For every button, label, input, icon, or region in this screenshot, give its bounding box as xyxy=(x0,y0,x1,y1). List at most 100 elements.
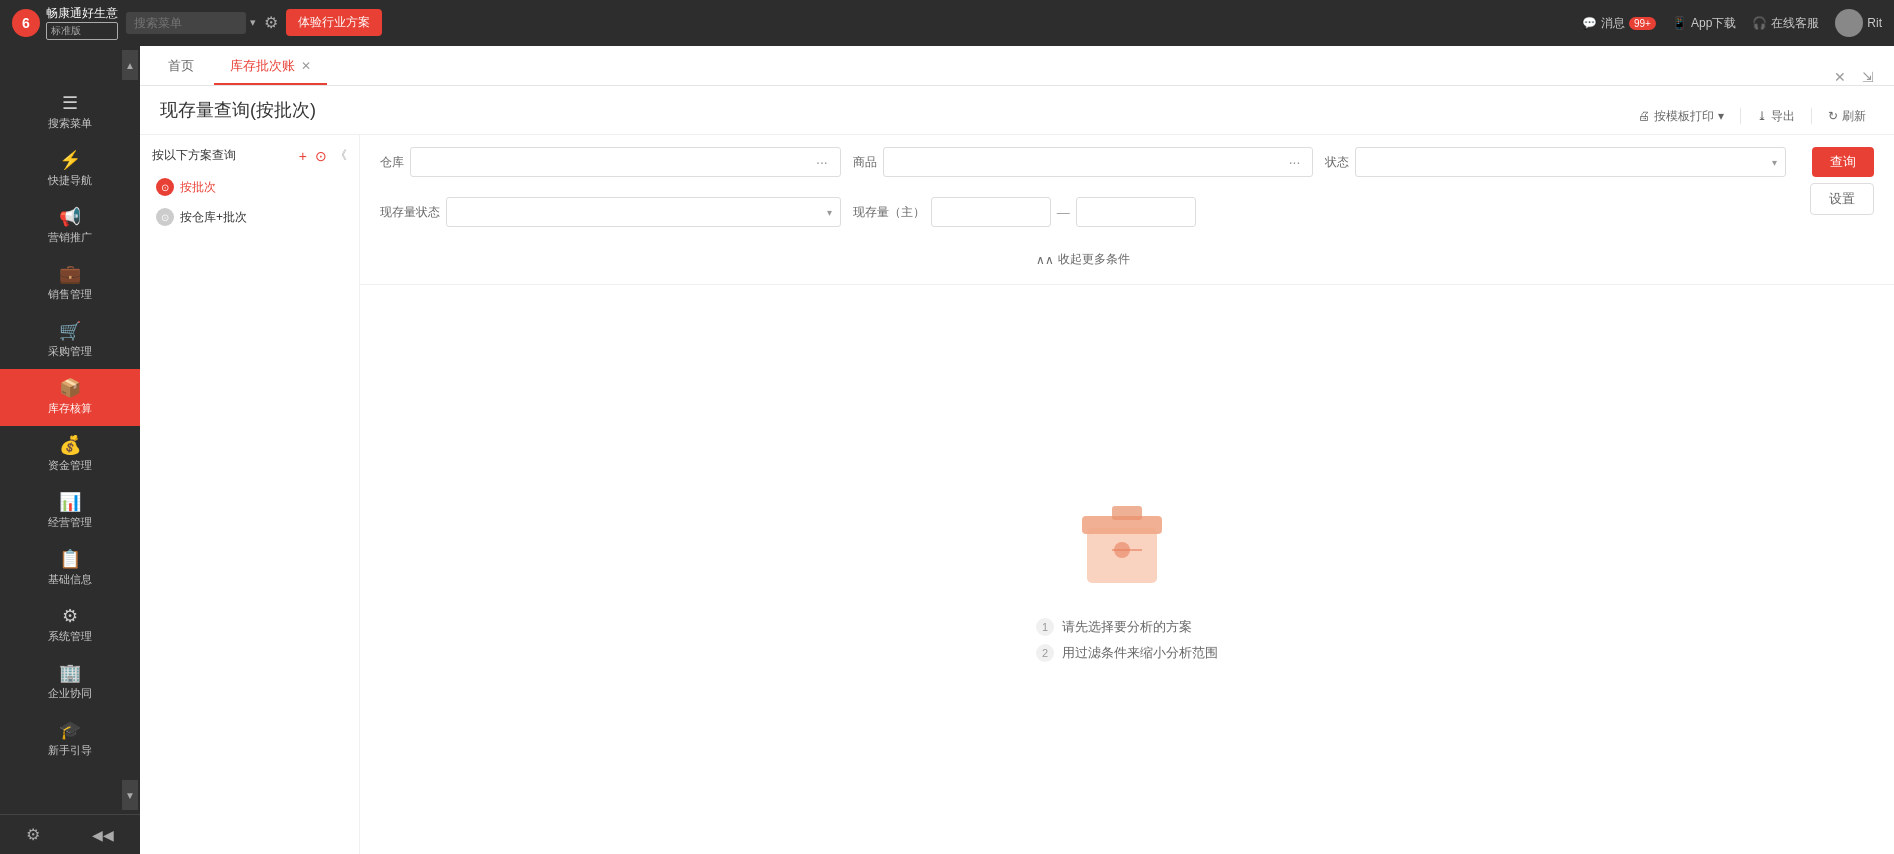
sidebar-item-label: 基础信息 xyxy=(48,572,92,587)
sidebar-item-operations[interactable]: 📊 经营管理 xyxy=(0,483,140,540)
divider xyxy=(1740,108,1741,124)
sidebar-settings-icon[interactable]: ⚙ xyxy=(26,825,40,844)
app-name: 畅康通好生意 xyxy=(46,6,118,20)
print-btn[interactable]: 🖨 按模板打印 ▾ xyxy=(1630,104,1732,129)
sidebar-collapse-icon[interactable]: ◀◀ xyxy=(92,827,114,843)
warehouse-label: 仓库 xyxy=(380,154,404,171)
experience-btn[interactable]: 体验行业方案 xyxy=(286,9,382,36)
message-icon: 💬 xyxy=(1582,16,1597,30)
goods-field: 商品 ··· xyxy=(853,147,1314,177)
scheme-by-warehouse-batch[interactable]: ⊙ 按仓库+批次 xyxy=(140,202,359,232)
sidebar-scroll-up[interactable]: ▲ xyxy=(122,50,138,80)
search-menu-icon: ☰ xyxy=(62,94,78,112)
filter-row-2: 现存量状态 ▾ 现存量（主） xyxy=(380,197,1786,227)
tab-home[interactable]: 首页 xyxy=(152,49,210,85)
panel-header: 按以下方案查询 + ⊙ 《 xyxy=(140,147,359,172)
hint-item-1: 1 请先选择要分析的方案 xyxy=(1036,618,1218,636)
inventory-qty-max[interactable] xyxy=(1076,197,1196,227)
collapse-btn[interactable]: ∧∧ 收起更多条件 xyxy=(1036,247,1130,272)
page-title: 现存量查询(按批次) xyxy=(160,98,316,134)
warehouse-more-btn[interactable]: ··· xyxy=(812,154,832,170)
sidebar-item-marketing[interactable]: 📢 营销推广 xyxy=(0,198,140,255)
sidebar-item-label: 资金管理 xyxy=(48,458,92,473)
filter-row-1: 仓库 ··· 商品 xyxy=(380,147,1786,177)
divider2 xyxy=(1811,108,1812,124)
warehouse-field: 仓库 ··· xyxy=(380,147,841,177)
panel-icons: + ⊙ 《 xyxy=(299,147,347,164)
page-header: 现存量查询(按批次) 🖨 按模板打印 ▾ ⤓ 导出 ↻ 刷 xyxy=(140,86,1894,135)
sidebar-item-quick-nav[interactable]: ⚡ 快捷导航 xyxy=(0,141,140,198)
sidebar-item-label: 企业协同 xyxy=(48,686,92,701)
sidebar-item-basics[interactable]: 📋 基础信息 xyxy=(0,540,140,597)
sidebar-item-sales[interactable]: 💼 销售管理 xyxy=(0,255,140,312)
close-panel-icon[interactable]: ✕ xyxy=(1826,69,1854,85)
scheme-label: 按批次 xyxy=(180,179,216,196)
expand-panel-icon[interactable]: ⇲ xyxy=(1854,69,1882,85)
scheme-by-batch[interactable]: ⊙ 按批次 xyxy=(140,172,359,202)
top-bar-left: 6 畅康通好生意 标准版 ▾ ⚙ 体验行业方案 xyxy=(12,6,382,39)
online-support-btn[interactable]: 🎧 在线客服 xyxy=(1752,15,1819,32)
query-btn[interactable]: 查询 xyxy=(1812,147,1874,177)
settings-btn[interactable]: 设置 xyxy=(1810,183,1874,215)
sidebar-item-purchase[interactable]: 🛒 采购管理 xyxy=(0,312,140,369)
sidebar-item-label: 营销推广 xyxy=(48,230,92,245)
tab-close-icon[interactable]: ✕ xyxy=(301,59,311,73)
refresh-label: 刷新 xyxy=(1842,108,1866,125)
collapse-row: ∧∧ 收起更多条件 xyxy=(380,247,1786,272)
top-bar-right: 💬 消息 99+ 📱 App下载 🎧 在线客服 Rit xyxy=(1582,9,1882,37)
inventory-qty-label: 现存量（主） xyxy=(853,204,925,221)
goods-input[interactable]: ··· xyxy=(883,147,1314,177)
sidebar-item-system[interactable]: ⚙ 系统管理 xyxy=(0,597,140,654)
filter-main-row: 仓库 ··· 商品 xyxy=(380,147,1874,272)
inventory-status-label: 现存量状态 xyxy=(380,204,440,221)
sidebar-item-inventory[interactable]: 📦 库存核算 xyxy=(0,369,140,426)
sidebar-item-search-menu[interactable]: ☰ 搜索菜单 xyxy=(0,84,140,141)
sidebar-item-guide[interactable]: 🎓 新手引导 xyxy=(0,711,140,768)
export-btn[interactable]: ⤓ 导出 xyxy=(1749,104,1803,129)
scheme-settings-btn[interactable]: ⊙ xyxy=(315,148,327,164)
tab-actions: ✕ ⇲ xyxy=(1826,69,1882,85)
sidebar-item-apps[interactable]: 🔲 应用中心 xyxy=(0,768,140,776)
scheme-icon-red: ⊙ xyxy=(156,178,174,196)
app-download-btn[interactable]: 📱 App下载 xyxy=(1672,15,1736,32)
inventory-icon: 📦 xyxy=(59,379,81,397)
top-bar: 6 畅康通好生意 标准版 ▾ ⚙ 体验行业方案 💬 消息 99+ 📱 App下 xyxy=(0,0,1894,46)
print-dropdown-icon: ▾ xyxy=(1718,109,1724,123)
status-select[interactable]: ▾ xyxy=(1355,147,1786,177)
hint-num-2: 2 xyxy=(1036,644,1054,662)
system-icon: ⚙ xyxy=(62,607,78,625)
page-actions: 🖨 按模板打印 ▾ ⤓ 导出 ↻ 刷新 xyxy=(1630,104,1874,129)
search-menu-btn[interactable]: ▾ xyxy=(126,12,256,34)
avatar xyxy=(1835,9,1863,37)
operations-icon: 📊 xyxy=(59,493,81,511)
sidebar-scroll: ☰ 搜索菜单 ⚡ 快捷导航 📢 营销推广 💼 销售管理 🛒 采购管理 xyxy=(0,84,140,776)
messages-btn[interactable]: 💬 消息 99+ xyxy=(1582,15,1656,32)
online-support-label: 在线客服 xyxy=(1771,15,1819,32)
sidebar-item-finance[interactable]: 💰 资金管理 xyxy=(0,426,140,483)
app-logo: 6 xyxy=(12,9,40,37)
sidebar-item-enterprise[interactable]: 🏢 企业协同 xyxy=(0,654,140,711)
scheme-label: 按仓库+批次 xyxy=(180,209,247,226)
add-scheme-btn[interactable]: + xyxy=(299,148,307,164)
inventory-qty-dash: — xyxy=(1057,205,1070,220)
quick-nav-icon: ⚡ xyxy=(59,151,81,169)
svg-rect-2 xyxy=(1112,506,1142,520)
goods-more-btn[interactable]: ··· xyxy=(1285,154,1305,170)
marketing-icon: 📢 xyxy=(59,208,81,226)
sidebar-item-label: 搜索菜单 xyxy=(48,116,92,131)
sidebar-item-label: 销售管理 xyxy=(48,287,92,302)
scheme-icon-gray: ⊙ xyxy=(156,208,174,226)
search-input[interactable] xyxy=(126,12,246,34)
refresh-btn[interactable]: ↻ 刷新 xyxy=(1820,104,1874,129)
tab-batch-inventory[interactable]: 库存批次账 ✕ xyxy=(214,49,327,85)
panel-collapse-btn[interactable]: 《 xyxy=(335,147,347,164)
username-label: Rit xyxy=(1867,16,1882,30)
inventory-status-select[interactable]: ▾ xyxy=(446,197,841,227)
user-avatar-area[interactable]: Rit xyxy=(1835,9,1882,37)
empty-svg xyxy=(1067,478,1187,598)
sidebar-scroll-down[interactable]: ▼ xyxy=(122,780,138,810)
settings-icon[interactable]: ⚙ xyxy=(264,13,278,32)
warehouse-input[interactable]: ··· xyxy=(410,147,841,177)
hint-num-1: 1 xyxy=(1036,618,1054,636)
inventory-qty-min[interactable] xyxy=(931,197,1051,227)
